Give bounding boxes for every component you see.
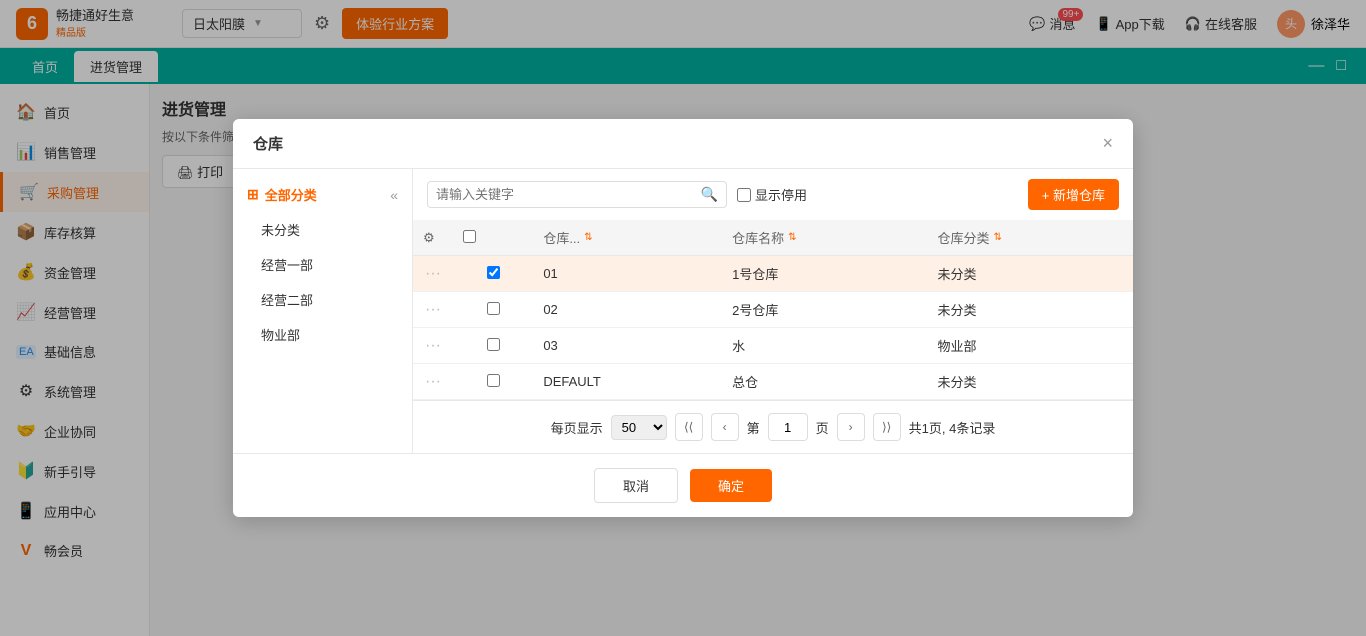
warehouse-modal: 仓库 × ⊞ 全部分类 « 未分类 经营一部 经营二部 物业部 [233, 119, 1133, 517]
th-code-label: 仓库... [543, 228, 580, 247]
more-icon[interactable]: ··· [425, 373, 441, 390]
table-body: ··· 01 1号仓库 未分类 ··· 02 2号仓库 未分类 ··· 03 水… [413, 256, 1133, 400]
row-checkbox[interactable] [453, 292, 533, 328]
th-code-sort-icon[interactable]: ⇅ [584, 232, 592, 243]
row-more[interactable]: ··· [413, 256, 453, 292]
show-disabled-checkbox[interactable] [737, 188, 751, 202]
row-more[interactable]: ··· [413, 364, 453, 400]
th-name-label: 仓库名称 [732, 228, 784, 247]
modal-close-button[interactable]: × [1102, 133, 1113, 154]
search-icon[interactable]: 🔍 [701, 186, 718, 203]
row-code: DEFAULT [533, 364, 722, 400]
show-disabled-label: 显示停用 [755, 185, 807, 204]
page-unit-label: 页 [816, 418, 829, 437]
row-name: 水 [722, 328, 927, 364]
show-disabled-checkbox-label[interactable]: 显示停用 [737, 185, 807, 204]
page-number-input[interactable] [768, 413, 808, 441]
last-page-button[interactable]: ⟩⟩ [873, 413, 901, 441]
add-warehouse-button[interactable]: + 新增仓库 [1028, 179, 1119, 210]
th-settings[interactable]: ⚙ [413, 220, 453, 256]
category-all-label: ⊞ 全部分类 [247, 185, 317, 204]
row-name: 1号仓库 [722, 256, 927, 292]
category-all-header[interactable]: ⊞ 全部分类 « [233, 177, 412, 212]
row-select-checkbox[interactable] [487, 266, 500, 279]
category-item-property[interactable]: 物业部 [233, 317, 412, 352]
category-panel: ⊞ 全部分类 « 未分类 经营一部 经营二部 物业部 [233, 169, 413, 453]
row-more[interactable]: ··· [413, 292, 453, 328]
category-item-dept1[interactable]: 经营一部 [233, 247, 412, 282]
table-row[interactable]: ··· DEFAULT 总仓 未分类 [413, 364, 1133, 400]
row-more[interactable]: ··· [413, 328, 453, 364]
page-label: 第 [747, 418, 760, 437]
row-code: 03 [533, 328, 722, 364]
per-page-select[interactable]: 50 10 20 100 [611, 415, 667, 440]
first-page-button[interactable]: ⟨⟨ [675, 413, 703, 441]
next-page-button[interactable]: › [837, 413, 865, 441]
collapse-icon[interactable]: « [390, 187, 398, 203]
row-select-checkbox[interactable] [487, 374, 500, 387]
th-category-sort-icon[interactable]: ⇅ [994, 232, 1002, 243]
th-checkbox [453, 220, 533, 256]
modal-title: 仓库 [253, 133, 283, 154]
more-icon[interactable]: ··· [425, 337, 441, 354]
grid-icon: ⊞ [247, 186, 259, 203]
table-row[interactable]: ··· 03 水 物业部 [413, 328, 1133, 364]
warehouse-table: ⚙ 仓库... ⇅ 仓库名称 ⇅ [413, 220, 1133, 400]
table-row[interactable]: ··· 02 2号仓库 未分类 [413, 292, 1133, 328]
more-icon[interactable]: ··· [425, 265, 441, 282]
row-category: 物业部 [928, 328, 1133, 364]
table-header-row: ⚙ 仓库... ⇅ 仓库名称 ⇅ [413, 220, 1133, 256]
row-checkbox[interactable] [453, 364, 533, 400]
row-name: 总仓 [722, 364, 927, 400]
category-item-dept2[interactable]: 经营二部 [233, 282, 412, 317]
row-code: 02 [533, 292, 722, 328]
cancel-button[interactable]: 取消 [594, 468, 678, 503]
search-box: 🔍 [427, 181, 727, 208]
modal-body: ⊞ 全部分类 « 未分类 经营一部 经营二部 物业部 🔍 显示停用 [233, 169, 1133, 453]
th-name-sort-icon[interactable]: ⇅ [788, 232, 796, 243]
th-code: 仓库... ⇅ [533, 220, 722, 256]
th-name: 仓库名称 ⇅ [722, 220, 927, 256]
row-checkbox[interactable] [453, 328, 533, 364]
prev-page-button[interactable]: ‹ [711, 413, 739, 441]
more-icon[interactable]: ··· [425, 301, 441, 318]
row-select-checkbox[interactable] [487, 338, 500, 351]
row-code: 01 [533, 256, 722, 292]
row-category: 未分类 [928, 364, 1133, 400]
category-item-unclassified[interactable]: 未分类 [233, 212, 412, 247]
table-row[interactable]: ··· 01 1号仓库 未分类 [413, 256, 1133, 292]
per-page-label: 每页显示 [551, 418, 603, 437]
modal-footer: 取消 确定 [233, 453, 1133, 517]
row-name: 2号仓库 [722, 292, 927, 328]
row-category: 未分类 [928, 292, 1133, 328]
row-select-checkbox[interactable] [487, 302, 500, 315]
modal-header: 仓库 × [233, 119, 1133, 169]
table-panel: 🔍 显示停用 + 新增仓库 ⚙ [413, 169, 1133, 453]
select-all-checkbox[interactable] [463, 230, 476, 243]
table-toolbar: 🔍 显示停用 + 新增仓库 [413, 169, 1133, 220]
table-container: ⚙ 仓库... ⇅ 仓库名称 ⇅ [413, 220, 1133, 400]
row-checkbox[interactable] [453, 256, 533, 292]
th-category-label: 仓库分类 [938, 228, 990, 247]
confirm-button[interactable]: 确定 [690, 469, 772, 502]
pagination: 每页显示 50 10 20 100 ⟨⟨ ‹ 第 页 › ⟩⟩ 共1页, 4条记… [413, 400, 1133, 453]
row-category: 未分类 [928, 256, 1133, 292]
total-info: 共1页, 4条记录 [909, 418, 996, 437]
th-category: 仓库分类 ⇅ [928, 220, 1133, 256]
search-input[interactable] [436, 187, 695, 202]
